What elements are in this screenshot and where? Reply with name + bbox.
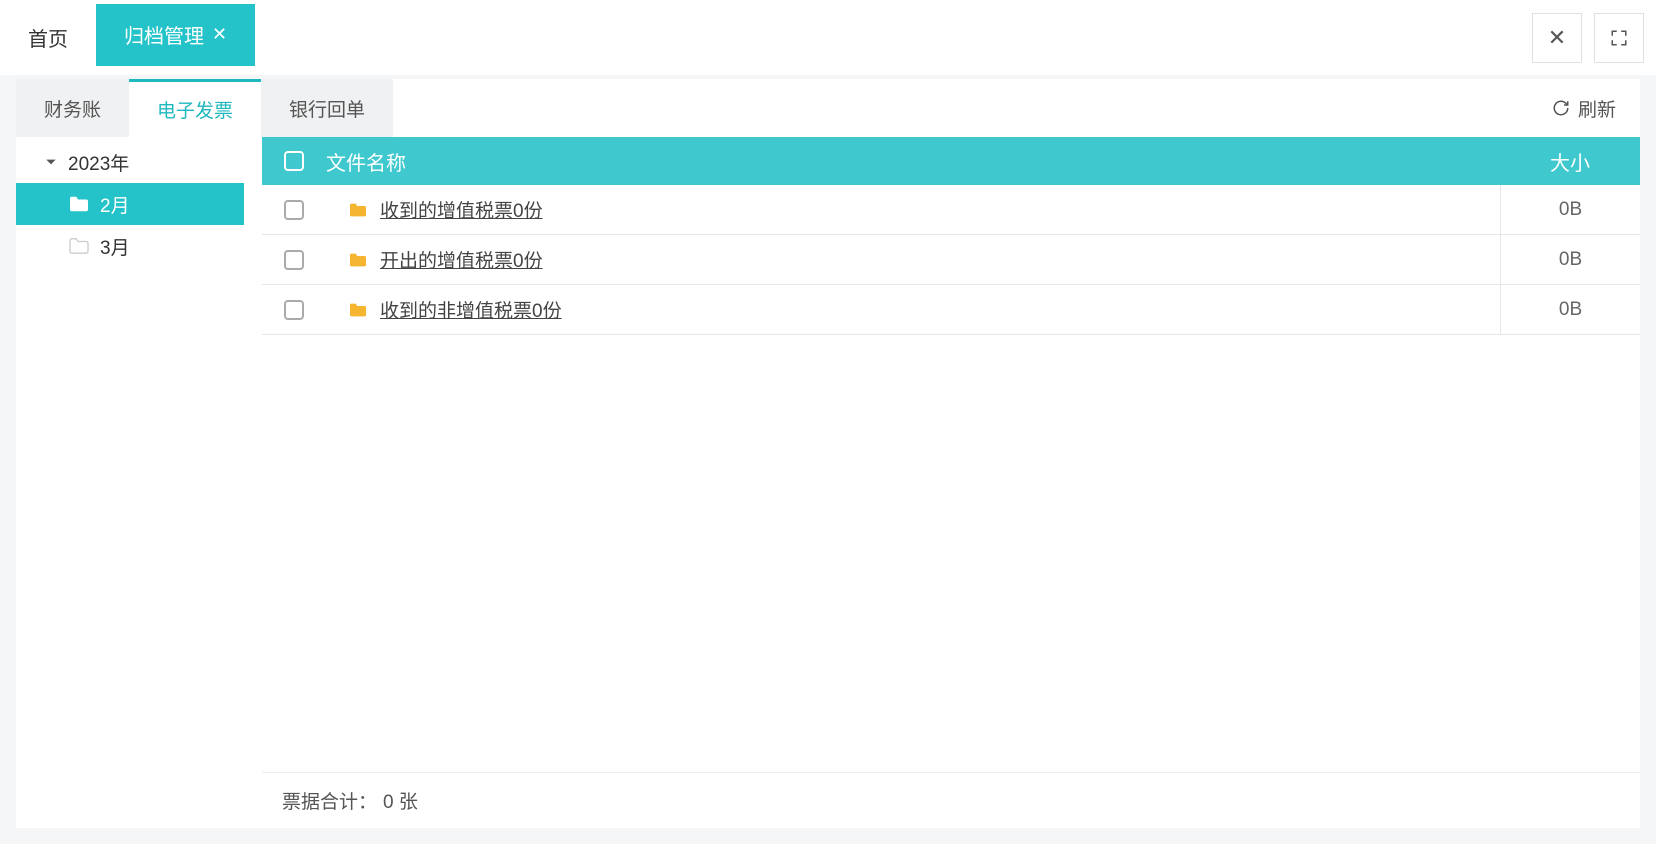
folder-outline-icon (68, 237, 90, 255)
header-name: 文件名称 (326, 147, 1500, 176)
refresh-label: 刷新 (1578, 95, 1616, 122)
row-checkbox[interactable] (284, 250, 304, 270)
table-row: 收到的增值税票0份 0B (262, 185, 1640, 235)
table-row: 开出的增值税票0份 0B (262, 235, 1640, 285)
row-size: 0B (1500, 235, 1640, 284)
tree-month-mar-label: 3月 (100, 233, 130, 260)
refresh-icon (1552, 99, 1570, 117)
tab-archive-label: 归档管理 (124, 20, 204, 49)
inner-tab-bank-label: 银行回单 (289, 95, 365, 122)
folder-tree: 2023年 2月 3月 (16, 137, 244, 828)
row-name-link[interactable]: 收到的非增值税票0份 (380, 296, 562, 323)
row-checkbox[interactable] (284, 300, 304, 320)
fullscreen-icon (1610, 29, 1628, 47)
table-header: 文件名称 大小 (262, 137, 1640, 185)
row-checkbox[interactable] (284, 200, 304, 220)
tree-month-feb[interactable]: 2月 (16, 183, 244, 225)
tree-year-label: 2023年 (68, 149, 129, 176)
tree-year-2023[interactable]: 2023年 (16, 141, 244, 183)
tree-month-mar[interactable]: 3月 (16, 225, 244, 267)
row-name-link[interactable]: 收到的增值税票0份 (380, 196, 543, 223)
inner-tab-einvoice[interactable]: 电子发票 (129, 79, 261, 137)
table-row: 收到的非增值税票0份 0B (262, 285, 1640, 335)
row-size: 0B (1500, 285, 1640, 334)
tab-home[interactable]: 首页 (0, 7, 96, 69)
folder-icon (348, 252, 368, 268)
tree-month-feb-label: 2月 (100, 191, 130, 218)
inner-tab-einvoice-label: 电子发票 (157, 96, 233, 123)
caret-down-icon (44, 155, 58, 169)
tab-home-label: 首页 (28, 23, 68, 52)
folder-icon (68, 195, 90, 213)
close-button[interactable]: ✕ (1532, 13, 1582, 63)
inner-tab-finance[interactable]: 财务账 (16, 79, 129, 137)
footer-summary: 票据合计： 0 张 (262, 772, 1640, 828)
row-name-link[interactable]: 开出的增值税票0份 (380, 246, 543, 273)
refresh-button[interactable]: 刷新 (1552, 95, 1640, 122)
row-size: 0B (1500, 185, 1640, 234)
select-all-checkbox[interactable] (284, 151, 304, 171)
top-tab-bar: 首页 归档管理 ✕ ✕ (0, 0, 1656, 75)
inner-tab-finance-label: 财务账 (44, 95, 101, 122)
close-icon: ✕ (1548, 25, 1566, 51)
inner-tab-bank[interactable]: 银行回单 (261, 79, 393, 137)
header-size: 大小 (1500, 147, 1640, 176)
footer-count: 0 张 (383, 787, 418, 814)
folder-icon (348, 302, 368, 318)
close-icon[interactable]: ✕ (212, 24, 227, 45)
inner-tab-bar: 财务账 电子发票 银行回单 刷新 (16, 79, 1640, 137)
footer-label: 票据合计： (282, 787, 377, 814)
folder-icon (348, 202, 368, 218)
tab-archive[interactable]: 归档管理 ✕ (96, 4, 255, 66)
fullscreen-button[interactable] (1594, 13, 1644, 63)
